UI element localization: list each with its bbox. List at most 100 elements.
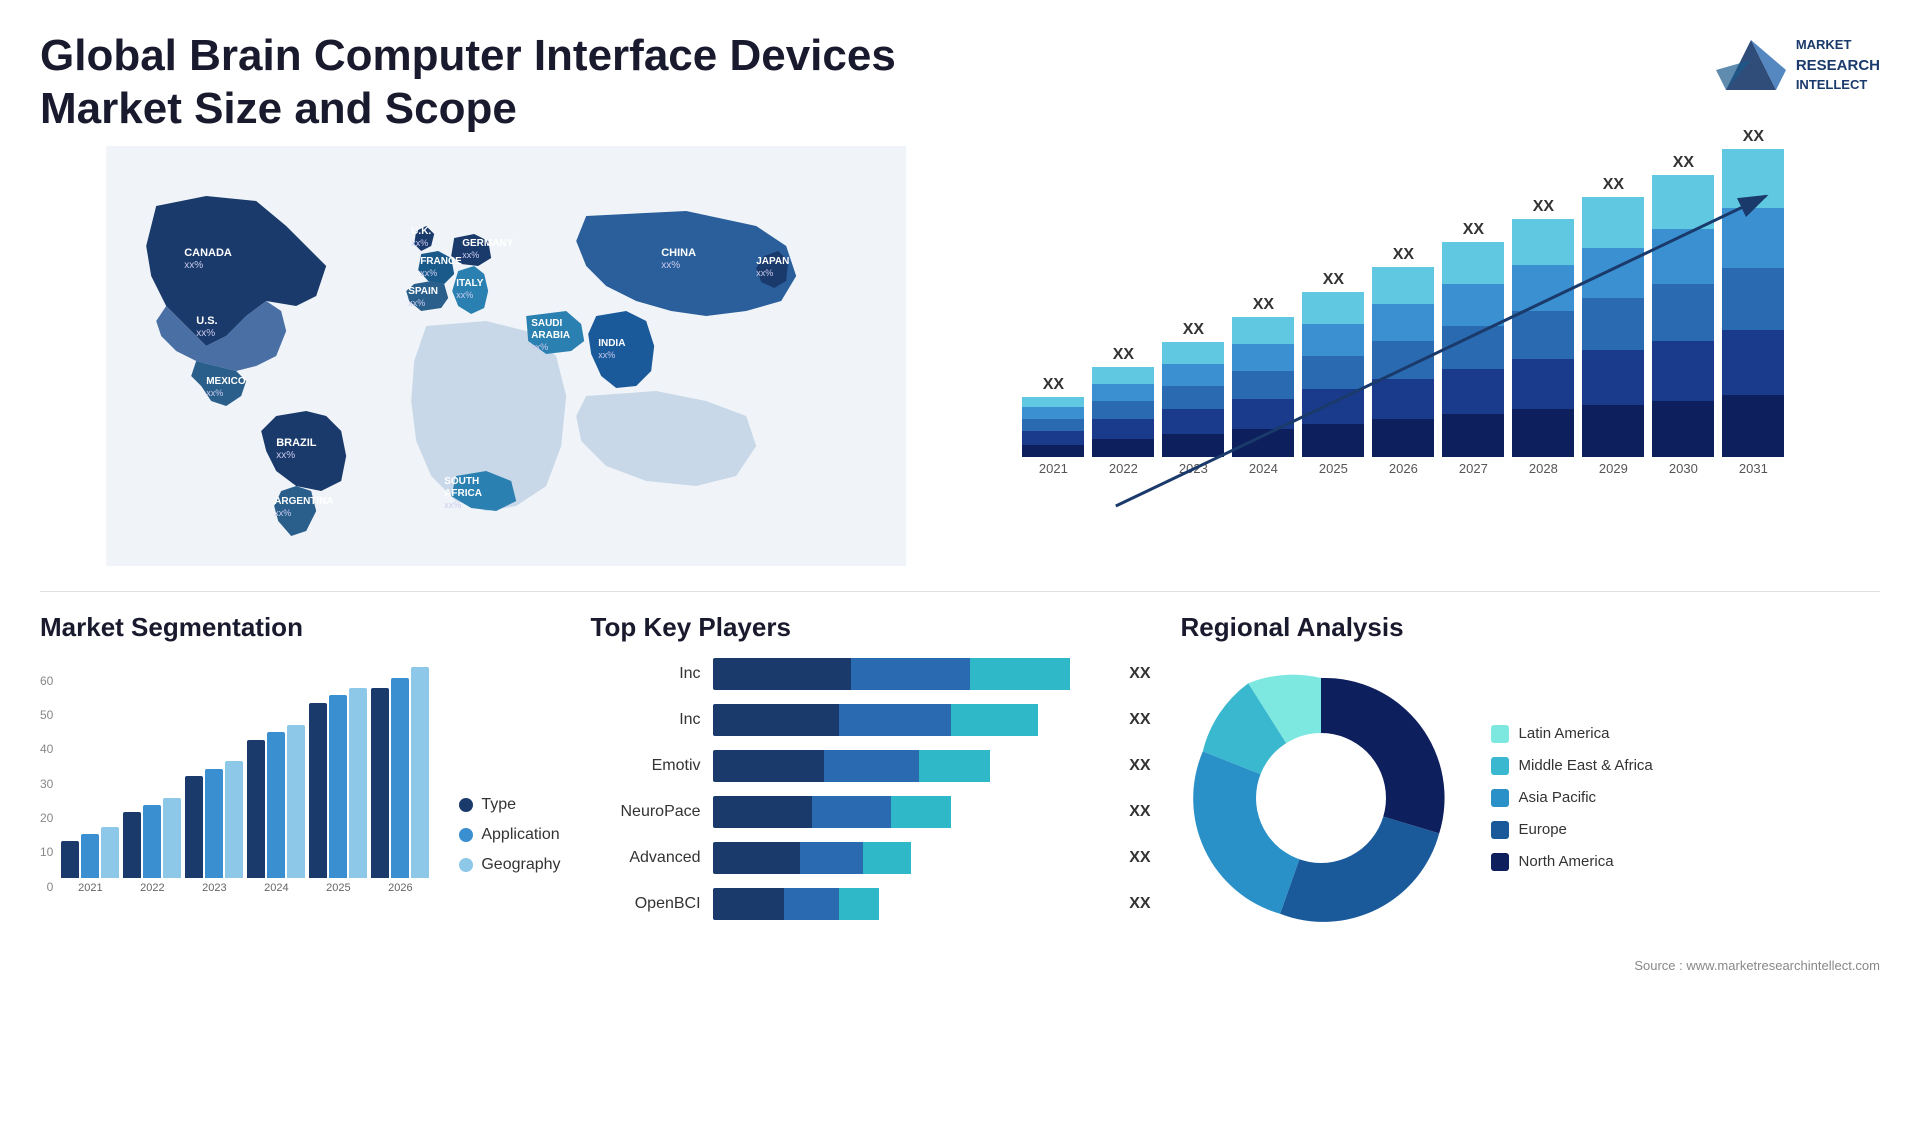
seg-group-2021: 2021: [61, 658, 119, 894]
page-title: Global Brain Computer Interface Devices …: [40, 30, 940, 136]
growth-bars: XX 2021 XX: [1012, 166, 1860, 506]
seg-year-2022: 2022: [140, 882, 164, 894]
label-mexico-val: xx%: [206, 388, 223, 398]
bar-2022: XX 2022: [1092, 346, 1154, 476]
bar-label-2030: XX: [1673, 154, 1694, 172]
label-japan-val: xx%: [756, 268, 773, 278]
label-us-val: xx%: [196, 328, 215, 339]
legend-rect-asia-pacific: [1491, 789, 1509, 807]
y-tick-60: 60: [40, 674, 53, 688]
donut-legend: Latin America Middle East & Africa Asia …: [1491, 725, 1653, 871]
bar-label-2027: XX: [1463, 221, 1484, 239]
bar-2030: XX 2030: [1652, 154, 1714, 476]
y-tick-50: 50: [40, 708, 53, 722]
player-label-3: XX: [1129, 803, 1150, 821]
label-argentina-val: xx%: [274, 508, 291, 518]
bar-2028: XX 2028: [1512, 198, 1574, 476]
player-row-0: Inc XX: [591, 658, 1151, 690]
bar-2024: XX 2024: [1232, 296, 1294, 476]
legend-rect-latin-america: [1491, 725, 1509, 743]
year-2026: 2026: [1389, 461, 1418, 476]
legend-europe: Europe: [1491, 821, 1653, 839]
label-spain: SPAIN: [408, 286, 438, 297]
label-mexico: MEXICO: [206, 376, 246, 387]
label-sa-val: xx%: [444, 500, 461, 510]
player-name-0: Inc: [591, 665, 701, 683]
year-2031: 2031: [1739, 461, 1768, 476]
player-bar-3: [713, 796, 1110, 828]
legend-asia-pacific: Asia Pacific: [1491, 789, 1653, 807]
bar-label-2021: XX: [1043, 376, 1064, 394]
bar-2025: XX 2025: [1302, 271, 1364, 476]
legend-text-europe: Europe: [1519, 821, 1567, 838]
donut-area: Latin America Middle East & Africa Asia …: [1181, 658, 1880, 938]
label-france-val: xx%: [420, 268, 437, 278]
legend-north-america: North America: [1491, 853, 1653, 871]
year-2023: 2023: [1179, 461, 1208, 476]
player-name-1: Inc: [591, 711, 701, 729]
bar-label-2025: XX: [1323, 271, 1344, 289]
label-brazil-val: xx%: [276, 450, 295, 461]
seg-year-2024: 2024: [264, 882, 288, 894]
label-india: INDIA: [598, 338, 625, 349]
player-row-5: OpenBCI XX: [591, 888, 1151, 920]
donut-chart: [1181, 658, 1461, 938]
regional-panel: Regional Analysis Lat: [1181, 612, 1880, 938]
legend-dot-geography: [459, 858, 473, 872]
label-spain-val: xx%: [408, 298, 425, 308]
player-label-2: XX: [1129, 757, 1150, 775]
bottom-section: Market Segmentation 0 10 20 30 40 50 60: [0, 602, 1920, 958]
legend-geography: Geography: [459, 856, 560, 874]
bar-label-2029: XX: [1603, 176, 1624, 194]
legend-dot-application: [459, 828, 473, 842]
regional-title: Regional Analysis: [1181, 612, 1880, 643]
year-2024: 2024: [1249, 461, 1278, 476]
world-map-svg: CANADA xx% U.S. xx% MEXICO xx% BRAZIL xx…: [40, 146, 972, 566]
player-label-5: XX: [1129, 895, 1150, 913]
player-bar-0: [713, 658, 1110, 690]
legend-text-asia-pacific: Asia Pacific: [1519, 789, 1597, 806]
bar-label-2024: XX: [1253, 296, 1274, 314]
seg-year-2025: 2025: [326, 882, 350, 894]
player-bar-2: [713, 750, 1110, 782]
legend-rect-middle-east: [1491, 757, 1509, 775]
year-2030: 2030: [1669, 461, 1698, 476]
bar-2027: XX 2027: [1442, 221, 1504, 476]
label-italy: ITALY: [456, 278, 484, 289]
legend-application: Application: [459, 826, 560, 844]
label-germany-val: xx%: [462, 250, 479, 260]
seg-group-2026: 2026: [371, 658, 429, 894]
bar-label-2022: XX: [1113, 346, 1134, 364]
label-argentina: ARGENTINA: [274, 496, 333, 507]
seg-year-2023: 2023: [202, 882, 226, 894]
year-2022: 2022: [1109, 461, 1138, 476]
player-label-4: XX: [1129, 849, 1150, 867]
year-2025: 2025: [1319, 461, 1348, 476]
player-label-1: XX: [1129, 711, 1150, 729]
label-japan: JAPAN: [756, 256, 789, 267]
growth-chart-container: XX 2021 XX: [992, 146, 1880, 571]
y-tick-10: 10: [40, 845, 53, 859]
seg-group-2022: 2022: [123, 658, 181, 894]
legend-latin-america: Latin America: [1491, 725, 1653, 743]
legend-label-geography: Geography: [481, 856, 560, 874]
y-tick-20: 20: [40, 811, 53, 825]
year-2028: 2028: [1529, 461, 1558, 476]
legend-label-type: Type: [481, 796, 516, 814]
year-2029: 2029: [1599, 461, 1628, 476]
player-bars-list: Inc XX Inc: [591, 658, 1151, 920]
bar-label-2031: XX: [1743, 128, 1764, 146]
world-map-container: CANADA xx% U.S. xx% MEXICO xx% BRAZIL xx…: [40, 146, 972, 571]
label-sa2: AFRICA: [444, 488, 482, 499]
header: Global Brain Computer Interface Devices …: [0, 0, 1920, 146]
seg-group-2024: 2024: [247, 658, 305, 894]
legend-dot-type: [459, 798, 473, 812]
source-text: Source : www.marketresearchintellect.com: [0, 958, 1920, 988]
label-saudi-val: xx%: [531, 342, 548, 352]
player-name-2: Emotiv: [591, 757, 701, 775]
logo: MARKET RESEARCH INTELLECT: [1716, 30, 1880, 100]
label-us: U.S.: [196, 315, 217, 327]
bar-2031: XX 2031: [1722, 128, 1784, 476]
bar-2023: XX 2023: [1162, 321, 1224, 476]
seg-group-2025: 2025: [309, 658, 367, 894]
